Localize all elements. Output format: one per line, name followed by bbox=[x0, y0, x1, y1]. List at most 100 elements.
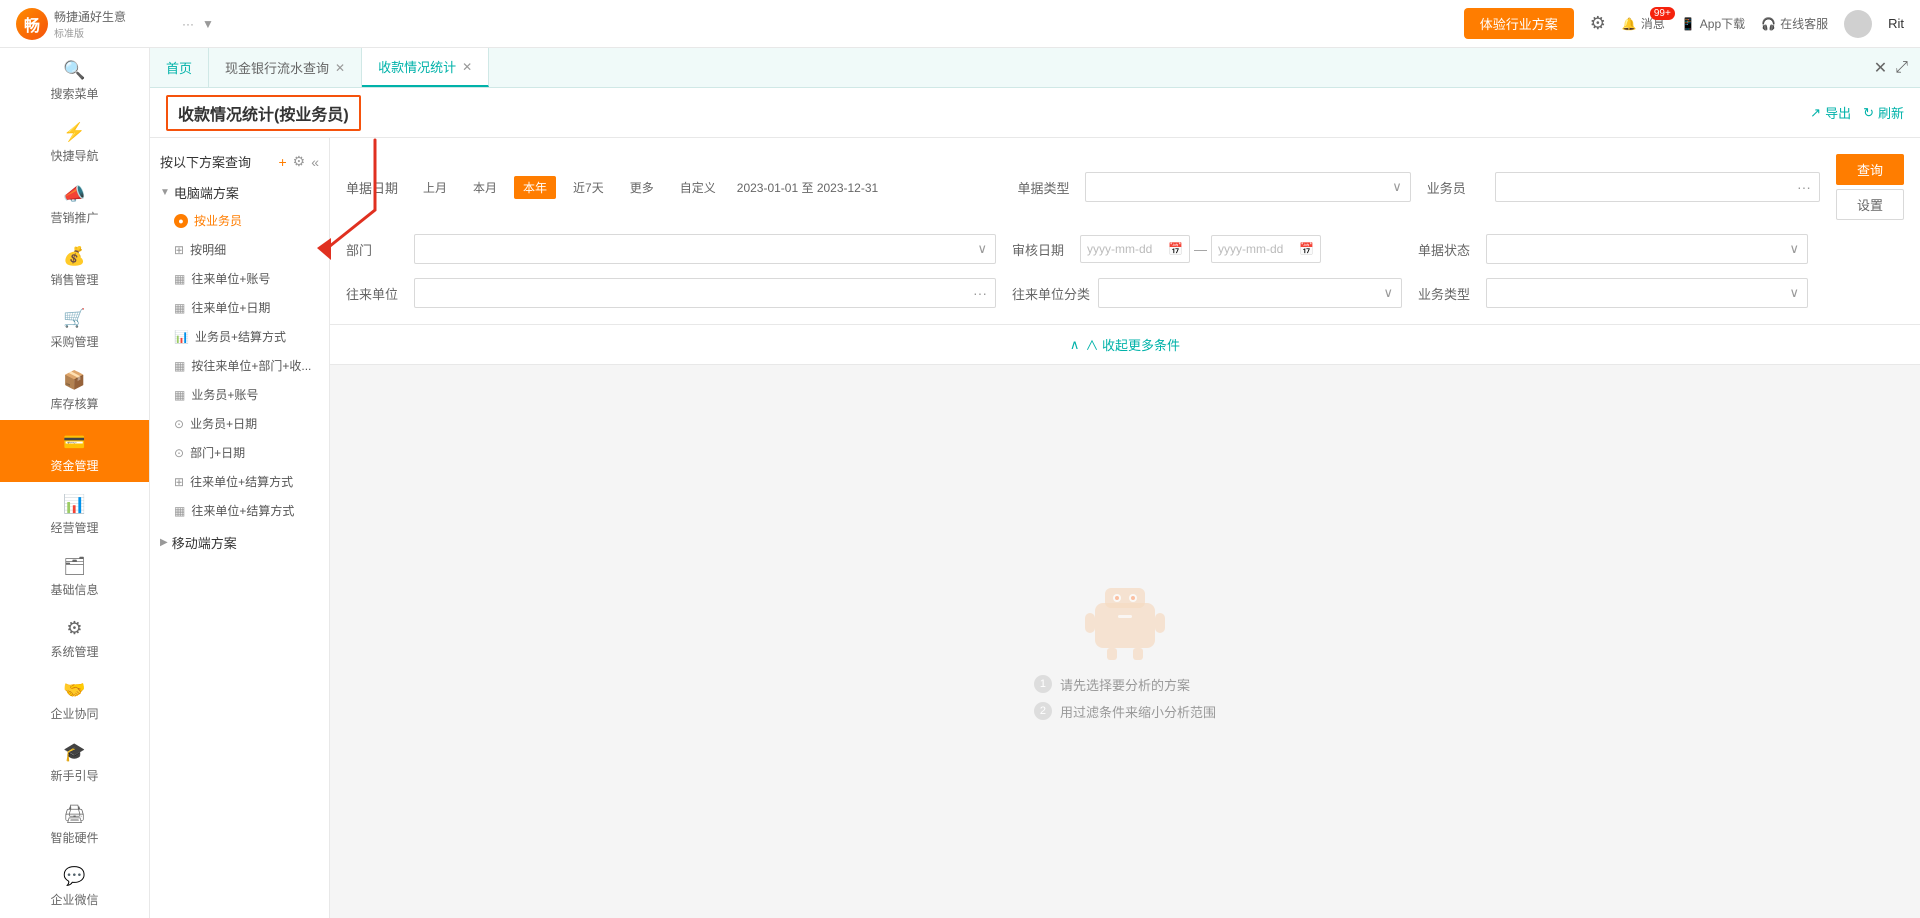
contact-category-select[interactable]: ∨ bbox=[1098, 278, 1402, 308]
filter-row-1: 单据日期 上月 本月 本年 近7天 更多 自定义 2023-01-01 至 20… bbox=[346, 154, 1904, 220]
salesperson-date-icon: ⊙ bbox=[174, 417, 184, 431]
unit-date-icon: ▦ bbox=[174, 301, 185, 315]
salesperson-more-icon[interactable]: ··· bbox=[1797, 179, 1811, 195]
scheme-item-by-detail[interactable]: ⊞ 按明细 bbox=[150, 235, 329, 264]
breadcrumb-nav: ··· bbox=[182, 17, 194, 31]
sales-icon: 💰 bbox=[63, 246, 85, 267]
notification-badge[interactable]: 🔔 消息 99+ bbox=[1622, 15, 1665, 32]
sidebar-item-hardware[interactable]: 🖨 智能硬件 bbox=[0, 792, 149, 854]
basic-info-icon: 🗂 bbox=[63, 556, 86, 577]
date-btn-this-month[interactable]: 本月 bbox=[464, 176, 506, 199]
date-btn-more[interactable]: 更多 bbox=[621, 176, 663, 199]
audit-date-field: 审核日期 yyyy-mm-dd 📅 — yyyy-mm-dd 📅 bbox=[1012, 235, 1402, 263]
sidebar-item-basic[interactable]: 🗂 基础信息 bbox=[0, 544, 149, 606]
dept-date-icon: ⊙ bbox=[174, 446, 184, 460]
tab-bank-close[interactable]: ✕ bbox=[335, 61, 345, 75]
dept-field: 部门 ∨ bbox=[346, 234, 996, 264]
sidebar-item-inventory[interactable]: 📦 库存核算 bbox=[0, 358, 149, 420]
sidebar-item-operations[interactable]: 📊 经营管理 bbox=[0, 482, 149, 544]
scheme-item-unit-dept[interactable]: ▦ 按往来单位+部门+收... bbox=[150, 351, 329, 380]
top-actions: 体验行业方案 ⚙ 🔔 消息 99+ 📱 App下载 🎧 在线客服 Rit bbox=[1464, 8, 1904, 39]
unit-account-icon: ▦ bbox=[174, 272, 185, 286]
scheme-item-unit-settle1[interactable]: ⊞ 往来单位+结算方式 bbox=[150, 467, 329, 496]
tab-receipt[interactable]: 收款情况统计 ✕ bbox=[362, 48, 489, 87]
sidebar-item-purchase[interactable]: 🛒 采购管理 bbox=[0, 296, 149, 358]
trial-button[interactable]: 体验行业方案 bbox=[1464, 8, 1574, 39]
collapse-bar[interactable]: ∧ ∧ 收起更多条件 bbox=[330, 325, 1920, 365]
sidebar-item-wechat[interactable]: 💬 企业微信 bbox=[0, 854, 149, 916]
filter-row-2: 部门 ∨ 审核日期 yyyy-mm-dd 📅 bbox=[346, 234, 1904, 264]
doc-status-field: 单据状态 ∨ bbox=[1418, 234, 1808, 264]
window-maximize-icon[interactable]: ⤢ bbox=[1895, 59, 1908, 77]
filter-panel: 单据日期 上月 本月 本年 近7天 更多 自定义 2023-01-01 至 20… bbox=[330, 138, 1920, 918]
audit-date-end[interactable]: yyyy-mm-dd 📅 bbox=[1211, 235, 1321, 263]
scheme-settings-icon[interactable]: ⚙ bbox=[293, 153, 306, 170]
export-button[interactable]: ↗ 导出 bbox=[1810, 103, 1851, 122]
scheme-item-salesperson-account[interactable]: ▦ 业务员+账号 bbox=[150, 380, 329, 409]
app-download-link[interactable]: 📱 App下载 bbox=[1681, 15, 1745, 32]
system-icon: ⚙ bbox=[66, 618, 82, 639]
settings-icon[interactable]: ⚙ bbox=[1590, 13, 1606, 34]
mobile-icon: 📱 bbox=[1681, 17, 1696, 31]
headset-icon: 🎧 bbox=[1761, 17, 1776, 31]
sidebar-item-finance[interactable]: 💳 资金管理 bbox=[0, 420, 149, 482]
user-avatar[interactable] bbox=[1844, 10, 1872, 38]
sidebar-item-quick[interactable]: ⚡ 快捷导航 bbox=[0, 110, 149, 172]
scheme-item-by-salesperson[interactable]: ● 按业务员 bbox=[150, 206, 329, 235]
empty-illustration bbox=[1065, 563, 1185, 663]
date-btn-custom[interactable]: 自定义 bbox=[671, 176, 725, 199]
scheme-item-dept-date[interactable]: ⊙ 部门+日期 bbox=[150, 438, 329, 467]
date-btn-this-year[interactable]: 本年 bbox=[514, 176, 556, 199]
scheme-group-mobile-header[interactable]: ▶ 移动端方案 bbox=[150, 529, 329, 556]
scheme-group-desktop-header[interactable]: ▼ 电脑端方案 bbox=[150, 179, 329, 206]
breadcrumb-chevron: ▼ bbox=[202, 17, 214, 31]
contact-select[interactable]: ··· bbox=[414, 278, 996, 308]
sidebar-item-enterprise[interactable]: 🤝 企业协同 bbox=[0, 668, 149, 730]
sidebar-item-guide[interactable]: 🎓 新手引导 bbox=[0, 730, 149, 792]
refresh-icon: ↻ bbox=[1863, 105, 1874, 121]
doc-status-select[interactable]: ∨ bbox=[1486, 234, 1808, 264]
sidebar-item-search[interactable]: 🔍 搜索菜单 bbox=[0, 48, 149, 110]
tab-home[interactable]: 首页 bbox=[150, 48, 209, 87]
biz-type-label: 业务类型 bbox=[1418, 284, 1478, 303]
tab-bank[interactable]: 现金银行流水查询 ✕ bbox=[209, 48, 362, 87]
add-scheme-icon[interactable]: + bbox=[278, 154, 286, 170]
doc-type-select[interactable]: ∨ bbox=[1085, 172, 1410, 202]
biz-type-chevron: ∨ bbox=[1789, 285, 1799, 301]
sidebar-item-marketing[interactable]: 📣 营销推广 bbox=[0, 172, 149, 234]
date-label: 单据日期 bbox=[346, 178, 406, 197]
audit-date-inputs: yyyy-mm-dd 📅 — yyyy-mm-dd 📅 bbox=[1080, 235, 1402, 263]
date-btn-7days[interactable]: 近7天 bbox=[564, 176, 613, 199]
window-close-icon[interactable]: ✕ bbox=[1874, 58, 1887, 78]
sidebar-item-system[interactable]: ⚙ 系统管理 bbox=[0, 606, 149, 668]
mobile-group-arrow: ▶ bbox=[160, 537, 168, 548]
refresh-button[interactable]: ↻ 刷新 bbox=[1863, 103, 1904, 122]
scheme-item-salesperson-settle[interactable]: 📊 业务员+结算方式 bbox=[150, 322, 329, 351]
operations-icon: 📊 bbox=[63, 494, 85, 515]
calendar-icon-start: 📅 bbox=[1168, 242, 1183, 256]
dept-select[interactable]: ∨ bbox=[414, 234, 996, 264]
scheme-collapse-icon[interactable]: « bbox=[311, 154, 319, 170]
filter-content: 单据日期 上月 本月 本年 近7天 更多 自定义 2023-01-01 至 20… bbox=[330, 138, 1920, 325]
contact-more-icon[interactable]: ··· bbox=[973, 285, 987, 301]
tab-receipt-close[interactable]: ✕ bbox=[462, 60, 472, 74]
user-name[interactable]: Rit bbox=[1888, 16, 1904, 31]
scheme-item-unit-date[interactable]: ▦ 往来单位+日期 bbox=[150, 293, 329, 322]
biz-type-select[interactable]: ∨ bbox=[1486, 278, 1808, 308]
salesperson-select[interactable]: ··· bbox=[1495, 172, 1820, 202]
date-filter-buttons: 上月 本月 本年 近7天 更多 自定义 2023-01-01 至 2023-12… bbox=[414, 176, 1001, 199]
settings-button[interactable]: 设置 bbox=[1836, 189, 1904, 220]
sidebar-item-sales[interactable]: 💰 销售管理 bbox=[0, 234, 149, 296]
query-button[interactable]: 查询 bbox=[1836, 154, 1904, 185]
scheme-item-salesperson-date[interactable]: ⊙ 业务员+日期 bbox=[150, 409, 329, 438]
date-btn-last-month[interactable]: 上月 bbox=[414, 176, 456, 199]
action-buttons: 查询 设置 bbox=[1836, 154, 1904, 220]
scheme-item-unit-account[interactable]: ▦ 往来单位+账号 bbox=[150, 264, 329, 293]
scheme-item-unit-settle2[interactable]: ▦ 往来单位+结算方式 bbox=[150, 496, 329, 525]
step-num-1: 1 bbox=[1034, 675, 1052, 693]
contact-category-label: 往来单位分类 bbox=[1012, 284, 1090, 303]
empty-state: 1 请先选择要分析的方案 2 用过滤条件来缩小分析范围 bbox=[330, 365, 1920, 918]
page-header-actions: ↗ 导出 ↻ 刷新 bbox=[1810, 103, 1904, 122]
online-service-link[interactable]: 🎧 在线客服 bbox=[1761, 15, 1828, 32]
audit-date-start[interactable]: yyyy-mm-dd 📅 bbox=[1080, 235, 1190, 263]
